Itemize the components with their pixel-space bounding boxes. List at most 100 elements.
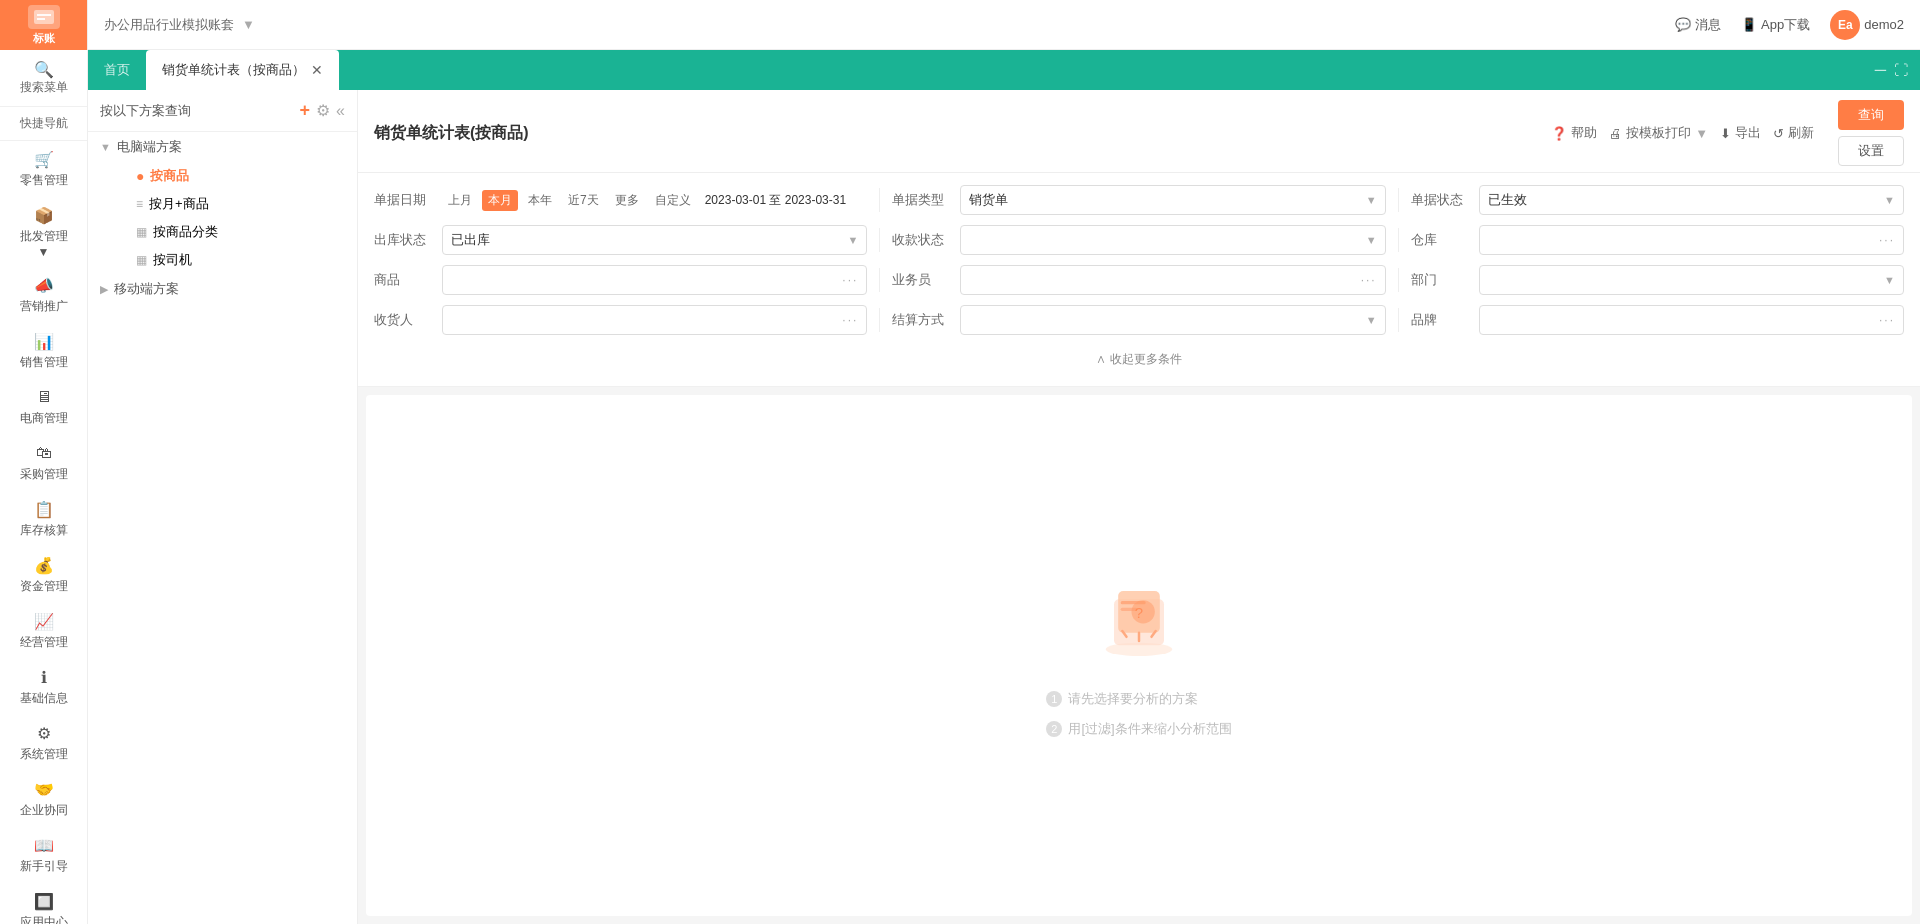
settings-button[interactable]: 设置 (1838, 136, 1904, 166)
app-download-btn[interactable]: 📱 App下载 (1741, 16, 1810, 34)
tree-desktop-arrow: ▼ (100, 141, 111, 153)
appstore-icon: 🔲 (34, 891, 54, 911)
tab-home-label: 首页 (104, 61, 130, 79)
search-menu[interactable]: 🔍 搜索菜单 (0, 50, 87, 107)
sidebar-item-purchase[interactable]: 🛍 采购管理 (0, 435, 87, 491)
export-btn[interactable]: ⬇ 导出 (1720, 124, 1761, 142)
date-shortcuts: 上月 本月 本年 近7天 更多 自定义 2023-03-01 至 2023-03… (442, 190, 846, 211)
salesperson-label: 业务员 (892, 271, 952, 289)
tree-item-icon: ● (136, 168, 144, 184)
svg-rect-1 (37, 14, 51, 16)
print-btn[interactable]: 🖨 按模板打印 ▼ (1609, 124, 1708, 142)
sidebar-item-finance[interactable]: 💰 资金管理 (0, 547, 87, 603)
top-header: 办公用品行业模拟账套 ▼ 💬 消息 📱 App下载 Ea demo2 (88, 0, 1920, 50)
receiptstatus-dropdown[interactable]: ▼ (960, 225, 1385, 255)
user-avatar-btn[interactable]: Ea demo2 (1830, 10, 1904, 40)
divider-3 (879, 228, 880, 252)
brand-dots-icon: ··· (1879, 313, 1895, 327)
guide-icon: 📖 (34, 835, 54, 855)
message-btn[interactable]: 💬 消息 (1675, 16, 1721, 34)
filter-area: 单据日期 上月 本月 本年 近7天 更多 自定义 2023-03-01 至 20… (358, 173, 1920, 387)
quick-nav[interactable]: 快捷导航 (0, 107, 87, 141)
filter-row-1: 单据日期 上月 本月 本年 近7天 更多 自定义 2023-03-01 至 20… (374, 185, 1904, 215)
sidebar-item-marketing[interactable]: 📣 营销推广 (0, 267, 87, 323)
filter-doctype-field: 单据类型 销货单 ▼ (892, 185, 1385, 215)
query-settings-btns: 查询 设置 (1838, 100, 1904, 166)
date-btn-custom[interactable]: 自定义 (649, 190, 697, 211)
tree-mobile-label: 移动端方案 (114, 280, 179, 298)
tab-home[interactable]: 首页 (88, 50, 146, 90)
add-scheme-btn[interactable]: + (300, 100, 311, 121)
department-caret-icon: ▼ (1884, 274, 1895, 286)
query-button[interactable]: 查询 (1838, 100, 1904, 130)
maximize-icon[interactable]: ⛶ (1894, 62, 1908, 78)
hint-item-1: 1 请先选择要分析的方案 (1046, 686, 1231, 712)
enterprise-icon: 🤝 (34, 779, 54, 799)
date-btn-this-month[interactable]: 本月 (482, 190, 518, 211)
tree-item-by-month-product[interactable]: ≡ 按月+商品 (100, 190, 357, 218)
help-icon: ❓ (1551, 126, 1567, 141)
page-title-bar: 销货单统计表(按商品) ❓ 帮助 🖨 按模板打印 ▼ ⬇ 导出 (358, 90, 1920, 173)
sidebar-item-ecommerce[interactable]: 🖥 电商管理 (0, 379, 87, 435)
sidebar-item-operations[interactable]: 📈 经营管理 (0, 603, 87, 659)
sidebar: 标账 🔍 搜索菜单 快捷导航 🛒 零售管理 📦 批发管理 📣 营销推广 📊 销售… (0, 0, 88, 924)
sidebar-item-sales[interactable]: 📊 销售管理 (0, 323, 87, 379)
date-btn-last-month[interactable]: 上月 (442, 190, 478, 211)
filter-goods-field: 商品 ··· (374, 265, 867, 295)
sidebar-item-system[interactable]: ⚙ 系统管理 (0, 715, 87, 771)
minimize-icon[interactable]: ─ (1875, 61, 1886, 79)
download-icon: 📱 (1741, 17, 1757, 32)
receiver-dropdown[interactable]: ··· (442, 305, 867, 335)
sidebar-item-retail[interactable]: 🛒 零售管理 (0, 141, 87, 197)
divider-7 (879, 308, 880, 332)
refresh-icon: ↺ (1773, 126, 1784, 141)
goods-dropdown[interactable]: ··· (442, 265, 867, 295)
collapse-filter-btn[interactable]: ∧ 收起更多条件 (374, 345, 1904, 374)
sidebar-item-guide[interactable]: 📖 新手引导 (0, 827, 87, 883)
doctype-caret-icon: ▼ (1366, 194, 1377, 206)
docstatus-caret-icon: ▼ (1884, 194, 1895, 206)
tab-sales-stat[interactable]: 销货单统计表（按商品） ✕ (146, 50, 339, 90)
tree-item-by-category[interactable]: ▦ 按商品分类 (100, 218, 357, 246)
warehouse-dropdown[interactable]: ··· (1479, 225, 1904, 255)
tree-item-by-cashier[interactable]: ▦ 按司机 (100, 246, 357, 274)
divider-5 (879, 268, 880, 292)
collapse-panel-btn[interactable]: « (336, 102, 345, 120)
salesperson-dropdown[interactable]: ··· (960, 265, 1385, 295)
brand-dropdown[interactable]: ··· (1479, 305, 1904, 335)
sidebar-item-enterprise[interactable]: 🤝 企业协同 (0, 771, 87, 827)
refresh-btn[interactable]: ↺ 刷新 (1773, 124, 1814, 142)
warehouse-dots-icon: ··· (1879, 233, 1895, 247)
sidebar-item-basic[interactable]: ℹ 基础信息 (0, 659, 87, 715)
date-btn-more[interactable]: 更多 (609, 190, 645, 211)
filter-row-4: 收货人 ··· 结算方式 ▼ (374, 305, 1904, 335)
scheme-settings-btn[interactable]: ⚙ (316, 101, 330, 120)
doctype-dropdown[interactable]: 销货单 ▼ (960, 185, 1385, 215)
sidebar-item-wholesale[interactable]: 📦 批发管理 (0, 197, 87, 267)
help-btn[interactable]: ❓ 帮助 (1551, 124, 1597, 142)
filter-row-3: 商品 ··· 业务员 ··· (374, 265, 1904, 295)
filter-department-field: 部门 ▼ (1411, 265, 1904, 295)
logo-text: 标账 (33, 31, 55, 46)
basic-icon: ℹ (34, 667, 54, 687)
docstatus-label: 单据状态 (1411, 191, 1471, 209)
filter-payment-field: 结算方式 ▼ (892, 305, 1385, 335)
tree-desktop-parent[interactable]: ▼ 电脑端方案 (88, 132, 357, 162)
date-btn-7days[interactable]: 近7天 (562, 190, 605, 211)
payment-dropdown[interactable]: ▼ (960, 305, 1385, 335)
tab-close-icon[interactable]: ✕ (311, 62, 323, 78)
outstatus-dropdown[interactable]: 已出库 ▼ (442, 225, 867, 255)
sidebar-item-appstore[interactable]: 🔲 应用中心 (0, 883, 87, 924)
brand-label: 品牌 (1411, 311, 1471, 329)
content-area: 按以下方案查询 + ⚙ « ▼ 电脑端方案 ● 按商品 ≡ 按月+ (88, 90, 1920, 924)
department-dropdown[interactable]: ▼ (1479, 265, 1904, 295)
tree-item-by-product[interactable]: ● 按商品 (100, 162, 357, 190)
industry-dropdown-icon[interactable]: ▼ (242, 17, 255, 32)
sidebar-item-inventory[interactable]: 📋 库存核算 (0, 491, 87, 547)
logo-icon (28, 5, 60, 29)
left-panel-actions: + ⚙ « (300, 100, 345, 121)
date-btn-this-year[interactable]: 本年 (522, 190, 558, 211)
tree-mobile-parent[interactable]: ▶ 移动端方案 (88, 274, 357, 304)
filter-date-field: 单据日期 上月 本月 本年 近7天 更多 自定义 2023-03-01 至 20… (374, 190, 867, 211)
docstatus-dropdown[interactable]: 已生效 ▼ (1479, 185, 1904, 215)
